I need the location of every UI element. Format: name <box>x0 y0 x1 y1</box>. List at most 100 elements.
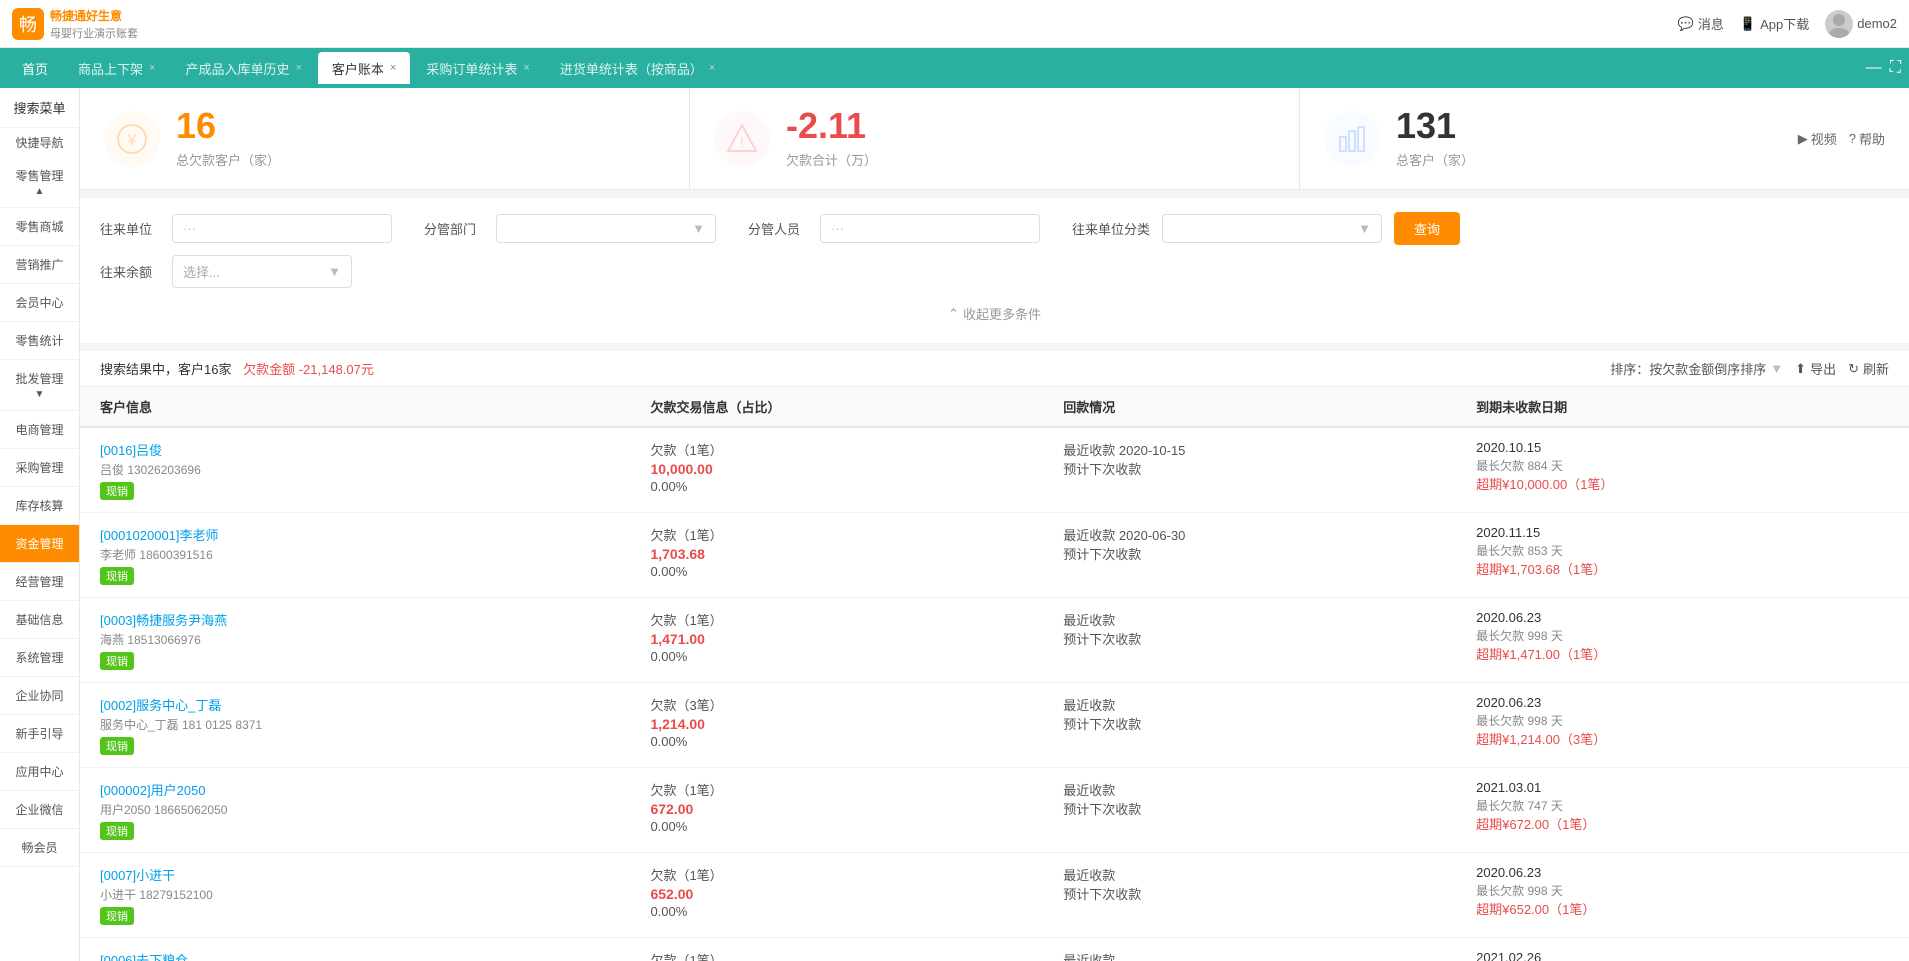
sidebar-item-retail-stats[interactable]: 零售统计 <box>0 322 79 360</box>
overdue-link-3[interactable]: 超期¥1,471.00（1笔） <box>1476 644 1889 663</box>
stat-debt-customers: ¥ 16 总欠款客户（家） <box>80 88 690 189</box>
manager-input[interactable]: ··· <box>820 214 1040 243</box>
sidebar-item-system[interactable]: 系统管理 <box>0 639 79 677</box>
sidebar-item-marketing-label: 营销推广 <box>15 256 63 273</box>
search-button[interactable]: 查询 <box>1394 212 1460 245</box>
tab-product-offline[interactable]: 商品上下架 × <box>64 52 169 84</box>
overdue-link-1[interactable]: 超期¥10,000.00（1笔） <box>1476 474 1889 493</box>
sidebar-item-vip[interactable]: 畅会员 <box>0 829 79 867</box>
last-payment-2: 最近收款 2020-06-30 <box>1063 525 1476 544</box>
sidebar-item-batch-mgmt[interactable]: 批发管理 ▼ <box>0 360 79 411</box>
max-overdue-2: 最长欠款 853 天 <box>1476 542 1889 559</box>
customer-name-6[interactable]: [0007]小进干 <box>100 865 650 884</box>
sidebar-quick-nav[interactable]: 快捷导航 <box>0 128 79 157</box>
tab-purchase-order-label: 采购订单统计表 <box>426 59 517 78</box>
view-video-button[interactable]: ▶ 视频 <box>1798 129 1837 148</box>
sidebar-item-enterprise-wechat[interactable]: 企业微信 <box>0 791 79 829</box>
recovery-cell-3: 最近收款 预计下次收款 <box>1063 610 1476 648</box>
tab-bar-actions: — ⛶ <box>1866 59 1901 77</box>
customer-name-3[interactable]: [0003]畅捷服务尹海燕 <box>100 610 650 629</box>
sidebar-item-app-center[interactable]: 应用中心 <box>0 753 79 791</box>
stat-total-customers-info: 131 总客户（家） <box>1396 108 1474 169</box>
sidebar-item-basic-info-label: 基础信息 <box>15 611 63 628</box>
search-menu[interactable]: 搜索菜单 <box>0 88 79 128</box>
tab-purchase-stats-label: 进货单统计表（按商品） <box>560 59 703 78</box>
close-icon[interactable]: × <box>295 62 301 74</box>
stat-top-actions: ▶ 视频 ? 帮助 <box>1798 129 1885 148</box>
filter-row-1: 往来单位 ··· 分管部门 ▼ 分管人员 ··· 往来单位分类 ▼ <box>100 212 1889 245</box>
manager-label: 分管人员 <box>748 219 808 238</box>
result-info-bar: 搜索结果中，客户16家 欠款金额 -21,148.07元 排序：按欠款金额倒序排… <box>80 351 1909 387</box>
overdue-link-2[interactable]: 超期¥1,703.68（1笔） <box>1476 559 1889 578</box>
unit-classify-label: 往来单位分类 <box>1072 219 1150 238</box>
customer-name-1[interactable]: [0016]吕俊 <box>100 440 650 459</box>
sidebar-item-basic-info[interactable]: 基础信息 <box>0 601 79 639</box>
due-cell-1: 2020.10.15 最长欠款 884 天 超期¥10,000.00（1笔） <box>1476 440 1889 493</box>
refresh-button[interactable]: ↻ 刷新 <box>1848 359 1889 378</box>
message-button[interactable]: 💬 消息 <box>1678 14 1724 33</box>
overdue-link-4[interactable]: 超期¥1,214.00（3笔） <box>1476 729 1889 748</box>
close-icon[interactable]: × <box>390 62 396 74</box>
app-download-button[interactable]: 📱 App下载 <box>1740 14 1809 33</box>
result-debt-amount: 欠款金额 -21,148.07元 <box>243 362 374 377</box>
next-payment-5: 预计下次收款 <box>1063 799 1476 818</box>
customer-cell-6: [0007]小进干 小进干 18279152100 现销 <box>100 865 650 925</box>
tab-home[interactable]: 首页 <box>8 52 62 84</box>
customer-name-7[interactable]: [0006]去下粮仓 <box>100 950 650 961</box>
sort-dropdown[interactable]: 排序：按欠款金额倒序排序 ▼ <box>1610 359 1783 378</box>
unit-classify-select[interactable]: ▼ <box>1162 214 1382 243</box>
from-unit-label: 往来单位 <box>100 219 160 238</box>
col-customer-info: 客户信息 <box>100 397 650 416</box>
overdue-link-6[interactable]: 超期¥652.00（1笔） <box>1476 899 1889 918</box>
sidebar-item-marketing[interactable]: 营销推广 <box>0 246 79 284</box>
table-row: [0006]去下粮仓 陈小希 现销 欠款（1笔） 455.90 0.00% 最近… <box>80 938 1909 961</box>
tab-purchase-stats[interactable]: 进货单统计表（按商品） × <box>546 52 729 84</box>
overdue-link-5[interactable]: 超期¥672.00（1笔） <box>1476 814 1889 833</box>
close-icon[interactable]: × <box>709 62 715 74</box>
debt-ratio-4: 0.00% <box>650 734 1063 749</box>
tab-minimize-button[interactable]: — <box>1866 59 1882 77</box>
result-info-text: 搜索结果中，客户16家 欠款金额 -21,148.07元 <box>100 359 374 378</box>
max-overdue-6: 最长欠款 998 天 <box>1476 882 1889 899</box>
due-cell-7: 2021.02.26 最长欠款 750 天 超期¥455.90（1笔） <box>1476 950 1889 961</box>
customer-name-4[interactable]: [0002]服务中心_丁磊 <box>100 695 650 714</box>
sidebar-item-ops[interactable]: 经营管理 <box>0 563 79 601</box>
sidebar-item-retail-mall[interactable]: 零售商城 <box>0 208 79 246</box>
balance-select[interactable]: 选择... ▼ <box>172 255 352 288</box>
customer-phone-3: 海燕 18513066976 <box>100 631 650 648</box>
customer-name-2[interactable]: [0001020001]李老师 <box>100 525 650 544</box>
close-icon[interactable]: × <box>149 62 155 74</box>
user-menu[interactable]: demo2 <box>1825 10 1897 38</box>
help-button[interactable]: ? 帮助 <box>1849 129 1885 148</box>
stat-debt-amount-info: -2.11 欠款合计（万） <box>786 108 877 169</box>
tab-maximize-button[interactable]: ⛶ <box>1890 59 1901 77</box>
sidebar-item-purchase[interactable]: 采购管理 <box>0 449 79 487</box>
debt-count-2: 欠款（1笔） <box>650 525 1063 544</box>
customer-name-5[interactable]: [000002]用户2050 <box>100 780 650 799</box>
sidebar-item-enterprise-collab[interactable]: 企业协同 <box>0 677 79 715</box>
collapse-more-conditions[interactable]: ⌃ 收起更多条件 <box>100 298 1889 329</box>
company-name: 母婴行业演示账套 <box>50 25 138 41</box>
sidebar-item-member[interactable]: 会员中心 <box>0 284 79 322</box>
debt-amount-3: 1,471.00 <box>650 631 1063 647</box>
sidebar-item-new-guide[interactable]: 新手引导 <box>0 715 79 753</box>
sidebar-item-retail-mgmt[interactable]: 零售管理 ▲ <box>0 157 79 208</box>
dept-select[interactable]: ▼ <box>496 214 716 243</box>
export-button[interactable]: ⬆ 导出 <box>1795 359 1836 378</box>
table-row: [0002]服务中心_丁磊 服务中心_丁磊 181 0125 8371 现销 欠… <box>80 683 1909 768</box>
top-bar: 畅 畅捷通好生意 母婴行业演示账套 💬 消息 📱 App下载 demo2 <box>0 0 1909 48</box>
debt-ratio-6: 0.00% <box>650 904 1063 919</box>
debt-cell-5: 欠款（1笔） 672.00 0.00% <box>650 780 1063 834</box>
sidebar-item-finance-label: 资金管理 <box>15 535 63 552</box>
tab-purchase-order[interactable]: 采购订单统计表 × <box>412 52 543 84</box>
next-payment-2: 预计下次收款 <box>1063 544 1476 563</box>
sidebar-item-ecommerce[interactable]: 电商管理 <box>0 411 79 449</box>
from-unit-input[interactable]: ··· <box>172 214 392 243</box>
sidebar-item-inventory[interactable]: 库存核算 <box>0 487 79 525</box>
close-icon[interactable]: × <box>523 62 529 74</box>
tab-product-history[interactable]: 产成品入库单历史 × <box>171 52 315 84</box>
sidebar: 搜索菜单 快捷导航 零售管理 ▲ 零售商城 营销推广 会员中心 零售统计 批发管… <box>0 88 80 961</box>
sidebar-item-finance[interactable]: 资金管理 <box>0 525 79 563</box>
tab-customer-account[interactable]: 客户账本 × <box>318 52 410 84</box>
balance-label: 往来余额 <box>100 262 160 281</box>
